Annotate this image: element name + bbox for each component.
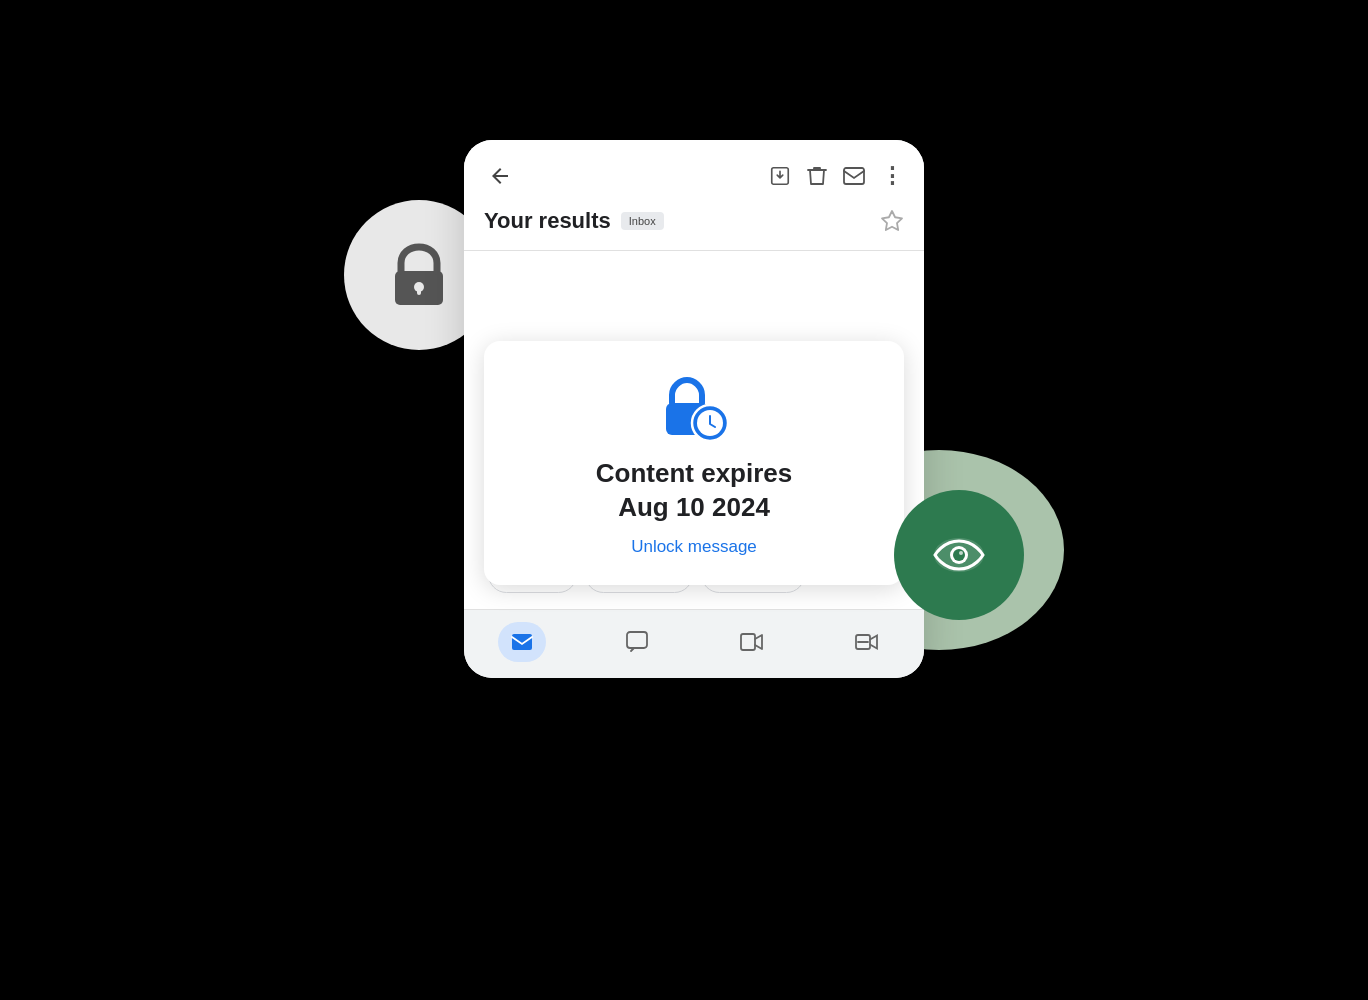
email-content-area: Hi Kim, To view your results from your v… (464, 251, 924, 544)
header-actions: ⋮ (769, 163, 904, 189)
svg-rect-2 (417, 287, 421, 295)
svg-point-5 (953, 549, 965, 561)
svg-rect-8 (844, 168, 864, 184)
expires-overlay: Content expires Aug 10 2024 Unlock messa… (484, 341, 904, 585)
expires-title: Content expires Aug 10 2024 (596, 457, 793, 525)
svg-rect-14 (741, 634, 755, 650)
expires-icon (660, 373, 728, 441)
nav-mail[interactable] (498, 622, 546, 662)
svg-rect-12 (512, 634, 532, 650)
download-icon[interactable] (769, 165, 791, 187)
star-button[interactable] (880, 209, 904, 233)
unlock-message-link[interactable]: Unlock message (631, 537, 757, 557)
eye-circle-decoration (894, 490, 1024, 620)
email-subject: Your results (484, 208, 611, 234)
svg-rect-13 (627, 632, 647, 648)
email-header: ⋮ Your results Inbox (464, 140, 924, 251)
nav-chat[interactable] (613, 622, 661, 662)
more-icon[interactable]: ⋮ (881, 163, 904, 189)
nav-video[interactable] (843, 622, 891, 662)
delete-icon[interactable] (807, 165, 827, 187)
back-button[interactable] (484, 160, 516, 192)
bottom-nav (464, 609, 924, 678)
svg-point-6 (959, 551, 963, 555)
mail-icon[interactable] (843, 167, 865, 185)
nav-meet[interactable] (728, 622, 776, 662)
email-card: ⋮ Your results Inbox Hi Kim, (464, 140, 924, 678)
inbox-badge: Inbox (621, 212, 664, 230)
